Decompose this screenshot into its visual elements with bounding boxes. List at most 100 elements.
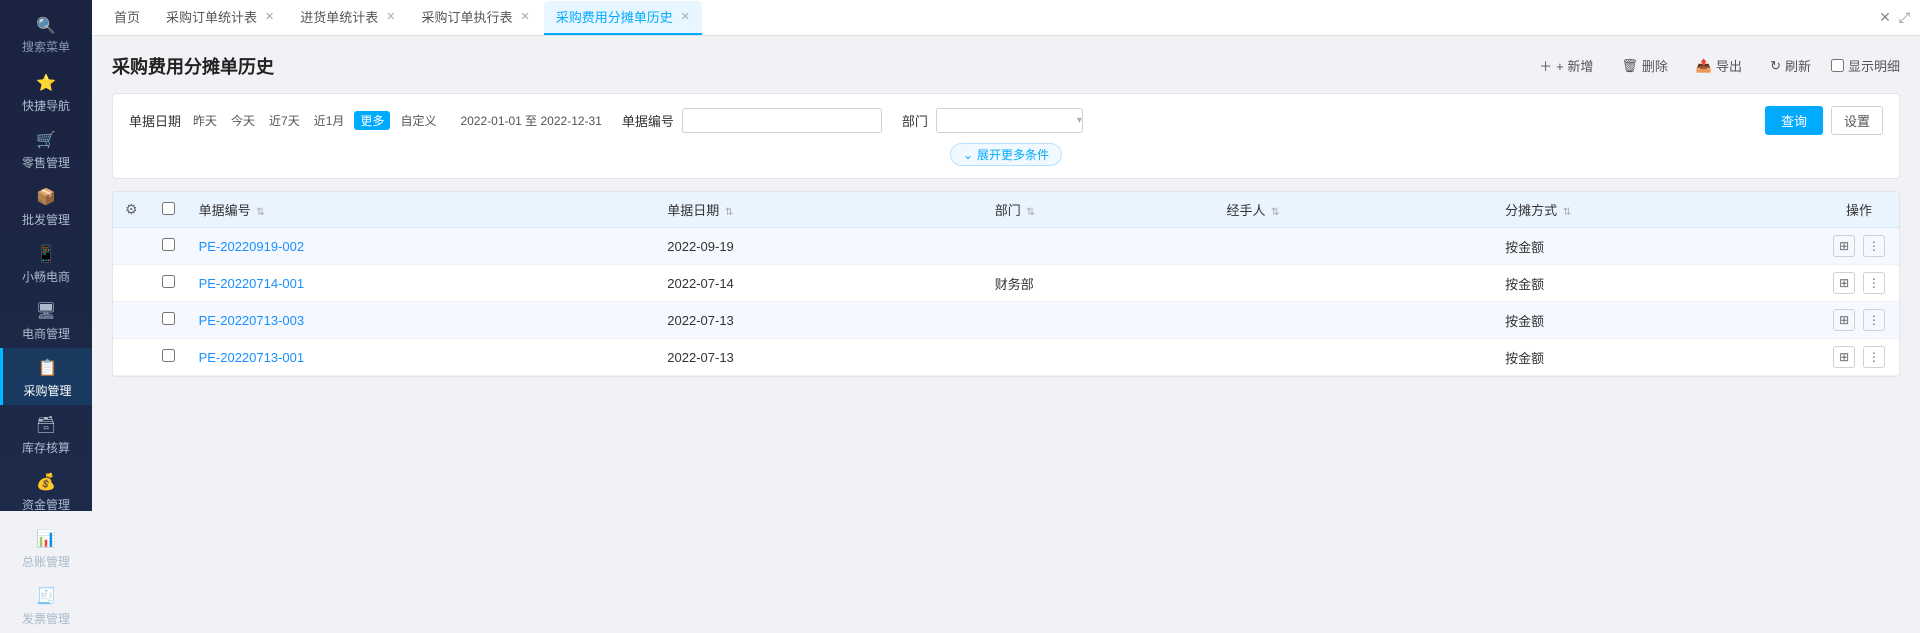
sort-dept-icon[interactable]: ⇅ [1026,207,1034,218]
docnum-link-3[interactable]: PE-20220713-001 [199,350,305,365]
action-edit-2[interactable]: ⊞ [1833,309,1855,331]
sidebar-item-wholesale[interactable]: 📦 批发管理 [0,177,92,234]
tab-purchase-order-stats[interactable]: 采购订单统计表 ✕ [154,1,286,35]
sidebar-item-mini[interactable]: 📱 小畅电商 [0,234,92,291]
tab-restore-button[interactable]: ⤢ [1899,9,1910,26]
tab-purchase-goods-stats[interactable]: 进货单统计表 ✕ [288,1,407,35]
content-area: 采购费用分摊单历史 ＋ + 新增 🗑 删除 📤 导出 ↻ 刷新 [92,36,1920,511]
refresh-button[interactable]: ↻ 刷新 [1762,52,1819,79]
sidebar-item-ecom[interactable]: 🖥 电商管理 [0,291,92,348]
filter-row: 单据日期 昨天 今天 近7天 近1月 更多 自定义 2022-01-01 至 2… [129,106,1883,135]
action-edit-3[interactable]: ⊞ [1833,346,1855,368]
docnum-link-1[interactable]: PE-20220714-001 [199,276,305,291]
td-actions-1: ⊞ ⋮ [1819,265,1899,302]
row-checkbox-2[interactable] [162,312,175,325]
page-title: 采购费用分摊单历史 [112,53,274,79]
action-more-2[interactable]: ⋮ [1863,309,1885,331]
td-checkbox-0[interactable] [150,228,187,265]
query-button[interactable]: 查询 [1765,106,1823,135]
select-all-checkbox[interactable] [162,202,175,215]
sidebar-item-quicknav[interactable]: ⭐ 快捷导航 [0,63,92,120]
refresh-label: 刷新 [1785,56,1811,75]
tab-purchase-goods-stats-close[interactable]: ✕ [386,10,395,23]
row-checkbox-1[interactable] [162,275,175,288]
td-docnum-2: PE-20220713-003 [187,302,656,339]
filter-date-range-group: 2022-01-01 至 2022-12-31 [460,112,601,129]
td-docdate-0: 2022-09-19 [655,228,982,265]
tab-purchase-order-exec[interactable]: 采购订单执行表 ✕ [409,1,541,35]
action-edit-1[interactable]: ⊞ [1833,272,1855,294]
th-actions: 操作 [1819,192,1899,228]
accounting-icon: 📊 [36,529,56,549]
th-checkbox [150,192,187,228]
table-row: PE-20220713-001 2022-07-13 按金额 ⊞ ⋮ [113,339,1899,376]
th-settings[interactable]: ⚙ [113,192,150,228]
sidebar-item-purchase[interactable]: 📋 采购管理 [0,348,92,405]
sort-handler-icon[interactable]: ⇅ [1271,207,1279,218]
td-handler-0 [1214,228,1493,265]
tab-purchase-order-exec-close[interactable]: ✕ [521,10,530,23]
filter-btn-today[interactable]: 今天 [227,111,259,130]
th-docnum-label: 单据编号 [199,203,251,218]
docnum-link-2[interactable]: PE-20220713-003 [199,313,305,328]
tab-home[interactable]: 首页 [102,1,152,35]
filter-docnum-label: 单据编号 [622,111,674,130]
show-detail-check-input[interactable] [1831,59,1844,72]
tab-bar: 首页 采购订单统计表 ✕ 进货单统计表 ✕ 采购订单执行表 ✕ 采购费用分摊单历… [92,0,1920,36]
tab-close-all-button[interactable]: ✕ [1879,9,1891,26]
mini-icon: 📱 [36,244,56,264]
filter-btn-custom[interactable]: 自定义 [396,111,440,130]
sidebar-item-wholesale-label: 批发管理 [22,211,70,228]
th-docdate: 单据日期 ⇅ [655,192,982,228]
settings-button[interactable]: 设置 [1831,106,1883,135]
sidebar-item-invoice[interactable]: 🧾 发票管理 [0,576,92,633]
filter-dept-select[interactable]: 财务部 [937,109,1083,132]
filter-btn-1month[interactable]: 近1月 [310,111,349,130]
gear-icon[interactable]: ⚙ [125,201,138,217]
action-more-3[interactable]: ⋮ [1863,346,1885,368]
action-more-1[interactable]: ⋮ [1863,272,1885,294]
sort-docnum-icon[interactable]: ⇅ [256,207,264,218]
data-table: ⚙ 单据编号 ⇅ 单据日期 ⇅ [113,192,1899,376]
filter-btn-more[interactable]: 更多 [354,111,390,130]
sidebar-item-inventory-label: 库存核算 [22,439,70,456]
row-checkbox-3[interactable] [162,349,175,362]
wholesale-icon: 📦 [36,187,56,207]
delete-button[interactable]: 🗑 删除 [1613,52,1676,79]
sort-docdate-icon[interactable]: ⇅ [725,207,733,218]
sidebar-item-inventory[interactable]: 🗃 库存核算 [0,405,92,462]
sidebar-item-finance[interactable]: 💰 资金管理 [0,462,92,519]
tab-purchase-cost-split-close[interactable]: ✕ [681,10,690,23]
table-container: ⚙ 单据编号 ⇅ 单据日期 ⇅ [112,191,1900,377]
expand-conditions-button[interactable]: ⌄ 展开更多条件 [950,143,1062,166]
th-handler-label: 经手人 [1226,203,1265,218]
sidebar-item-accounting[interactable]: 📊 总账管理 [0,519,92,576]
filter-docnum-input[interactable] [682,108,882,133]
sidebar-item-finance-label: 资金管理 [22,496,70,513]
retail-icon: 🛒 [36,130,56,150]
action-more-0[interactable]: ⋮ [1863,235,1885,257]
td-settings-1 [113,265,150,302]
table-row: PE-20220919-002 2022-09-19 按金额 ⊞ ⋮ [113,228,1899,265]
docnum-link-0[interactable]: PE-20220919-002 [199,239,305,254]
td-checkbox-3[interactable] [150,339,187,376]
tab-purchase-order-stats-close[interactable]: ✕ [265,10,274,23]
search-icon: 🔍 [0,16,92,36]
add-button[interactable]: ＋ + 新增 [1531,52,1601,79]
filter-btn-yesterday[interactable]: 昨天 [189,111,221,130]
filter-btn-7days[interactable]: 近7天 [265,111,304,130]
td-splitmethod-2: 按金额 [1493,302,1819,339]
export-button[interactable]: 📤 导出 [1688,52,1750,79]
sidebar-item-search[interactable]: 🔍 搜索菜单 [0,8,92,63]
sidebar-item-purchase-label: 采购管理 [23,382,71,399]
action-edit-0[interactable]: ⊞ [1833,235,1855,257]
sidebar-item-retail[interactable]: 🛒 零售管理 [0,120,92,177]
row-checkbox-0[interactable] [162,238,175,251]
show-detail-checkbox[interactable]: 显示明细 [1831,56,1900,75]
sort-splitmethod-icon[interactable]: ⇅ [1563,207,1571,218]
td-checkbox-1[interactable] [150,265,187,302]
td-settings-0 [113,228,150,265]
td-checkbox-2[interactable] [150,302,187,339]
table-body: PE-20220919-002 2022-09-19 按金额 ⊞ ⋮ PE-20… [113,228,1899,376]
tab-purchase-cost-split[interactable]: 采购费用分摊单历史 ✕ [544,1,702,35]
